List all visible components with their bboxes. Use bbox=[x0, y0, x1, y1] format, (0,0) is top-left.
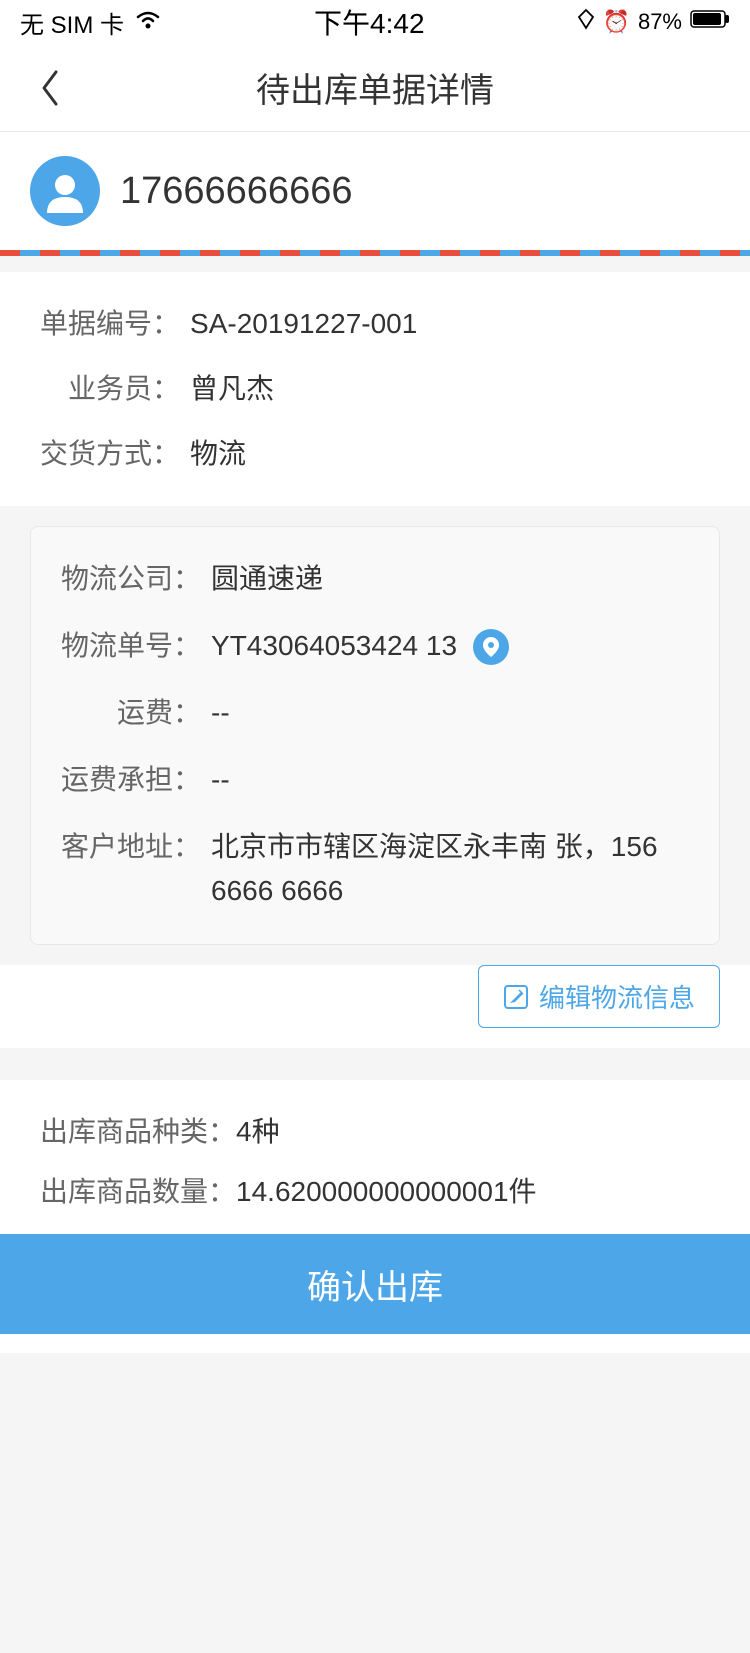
page-title: 待出库单据详情 bbox=[256, 63, 494, 112]
goods-quantity-row: 出库商品数量： 14.620000000000001件 bbox=[40, 1170, 710, 1210]
freight-bearer-row: 运费承担： -- bbox=[61, 758, 689, 803]
content-spacer bbox=[0, 1353, 750, 1553]
back-button[interactable] bbox=[20, 58, 80, 118]
address-row: 客户地址： 北京市市辖区海淀区永丰南 张，156 6666 6666 bbox=[61, 825, 689, 915]
logistics-tracking-label: 物流单号： bbox=[61, 624, 201, 669]
freight-bearer-value: -- bbox=[211, 758, 689, 803]
edit-logistics-wrap: 编辑物流信息 bbox=[0, 965, 750, 1048]
section-separator bbox=[0, 1048, 750, 1064]
logistics-tracking-row: 物流单号： YT43064053424 13 bbox=[61, 624, 689, 669]
document-number-row: 单据编号： SA-20191227-001 bbox=[40, 302, 710, 347]
goods-types-label: 出库商品种类： bbox=[40, 1110, 236, 1150]
battery-icon bbox=[690, 9, 730, 35]
freight-bearer-label: 运费承担： bbox=[61, 758, 201, 803]
document-info-section: 单据编号： SA-20191227-001 业务员： 曾凡杰 交货方式： 物流 bbox=[0, 272, 750, 506]
delivery-value: 物流 bbox=[190, 432, 710, 477]
edit-logistics-button[interactable]: 编辑物流信息 bbox=[478, 965, 720, 1028]
goods-section: 出库商品种类： 4种 出库商品数量： 14.620000000000001件 bbox=[0, 1080, 750, 1240]
freight-value: -- bbox=[211, 691, 689, 736]
nav-bar: 待出库单据详情 bbox=[0, 44, 750, 132]
location-indicator bbox=[577, 8, 595, 36]
salesman-value: 曾凡杰 bbox=[190, 367, 710, 412]
delivery-row: 交货方式： 物流 bbox=[40, 432, 710, 477]
logistics-card: 物流公司： 圆通速递 物流单号： YT43064053424 13 运费： --… bbox=[30, 526, 720, 945]
dashed-separator bbox=[0, 250, 750, 256]
goods-types-value: 4种 bbox=[236, 1110, 280, 1150]
goods-types-row: 出库商品种类： 4种 bbox=[40, 1110, 710, 1150]
status-right: ⏰ 87% bbox=[577, 8, 730, 36]
document-number-label: 单据编号： bbox=[40, 302, 180, 347]
freight-row: 运费： -- bbox=[61, 691, 689, 736]
user-phone: 17666666666 bbox=[120, 170, 352, 213]
document-number-value: SA-20191227-001 bbox=[190, 302, 710, 347]
address-label: 客户地址： bbox=[61, 825, 201, 870]
status-time: 下午4:42 bbox=[314, 2, 425, 42]
status-bar: 无 SIM 卡 下午4:42 ⏰ 87% bbox=[0, 0, 750, 44]
wifi-icon bbox=[134, 8, 162, 36]
salesman-label: 业务员： bbox=[40, 367, 180, 412]
goods-quantity-label: 出库商品数量： bbox=[40, 1170, 236, 1210]
freight-label: 运费： bbox=[61, 691, 201, 736]
logistics-company-row: 物流公司： 圆通速递 bbox=[61, 557, 689, 602]
logistics-company-label: 物流公司： bbox=[61, 557, 201, 602]
delivery-label: 交货方式： bbox=[40, 432, 180, 477]
logistics-company-value: 圆通速递 bbox=[211, 557, 689, 602]
tracking-location-icon[interactable] bbox=[473, 629, 509, 665]
goods-quantity-value: 14.620000000000001件 bbox=[236, 1170, 537, 1210]
user-avatar bbox=[30, 156, 100, 226]
logistics-tracking-value: YT43064053424 13 bbox=[211, 624, 689, 669]
status-left: 无 SIM 卡 bbox=[20, 5, 162, 40]
battery-text: 87% bbox=[638, 9, 682, 35]
address-value: 北京市市辖区海淀区永丰南 张，156 6666 6666 bbox=[211, 825, 689, 915]
carrier-text: 无 SIM 卡 bbox=[20, 5, 124, 40]
salesman-row: 业务员： 曾凡杰 bbox=[40, 367, 710, 412]
user-section: 17666666666 bbox=[0, 132, 750, 250]
alarm-icon: ⏰ bbox=[603, 9, 630, 35]
confirm-button[interactable]: 确认出库 bbox=[0, 1234, 750, 1334]
